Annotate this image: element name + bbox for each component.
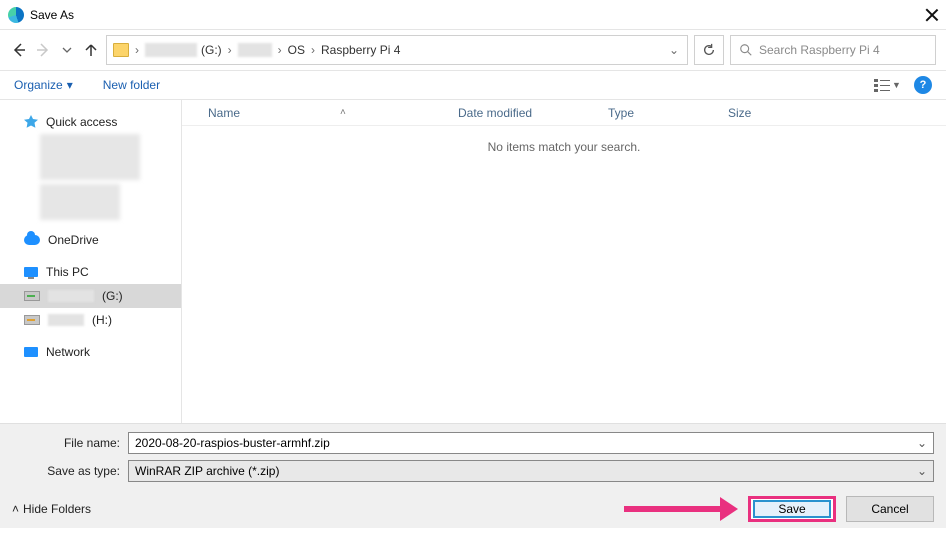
new-folder-button[interactable]: New folder xyxy=(103,78,160,92)
cloud-icon xyxy=(24,235,40,245)
chevron-down-icon: ▼ xyxy=(892,80,901,90)
chevron-up-icon: ˄ xyxy=(12,502,19,516)
address-bar[interactable]: › (G:) › › OS › Raspberry Pi 4 ⌄ xyxy=(106,35,688,65)
filename-label: File name: xyxy=(12,436,128,450)
column-date[interactable]: Date modified xyxy=(452,106,602,120)
chevron-right-icon[interactable]: › xyxy=(133,43,141,57)
sidebar-item-network[interactable]: Network xyxy=(0,340,181,364)
path-redacted xyxy=(145,43,197,57)
drive-icon xyxy=(24,315,40,325)
drive-icon xyxy=(24,291,40,301)
save-button[interactable]: Save xyxy=(748,496,836,522)
chevron-down-icon[interactable]: ⌄ xyxy=(917,436,927,450)
column-size[interactable]: Size xyxy=(722,106,802,120)
path-redacted xyxy=(238,43,272,57)
back-button[interactable] xyxy=(10,41,28,59)
folder-icon xyxy=(113,43,129,57)
monitor-icon xyxy=(24,267,38,277)
sidebar: Quick access OneDrive This PC (G:) xyxy=(0,100,182,423)
search-icon xyxy=(739,43,753,57)
up-button[interactable] xyxy=(82,41,100,59)
annotation-arrow xyxy=(624,506,724,512)
savetype-label: Save as type: xyxy=(12,464,128,478)
organize-button[interactable]: Organize ▾ xyxy=(14,78,73,92)
file-list-area: Name ˄ Date modified Type Size No items … xyxy=(182,100,946,423)
sidebar-item-drive-h[interactable]: (H:) xyxy=(0,308,181,332)
sidebar-item-quick-access[interactable]: Quick access xyxy=(0,110,181,134)
sidebar-item-this-pc[interactable]: This PC xyxy=(0,260,181,284)
nav-row: › (G:) › › OS › Raspberry Pi 4 ⌄ Search … xyxy=(0,30,946,70)
recent-dropdown-button[interactable] xyxy=(58,41,76,59)
help-button[interactable]: ? xyxy=(914,76,932,94)
chevron-right-icon[interactable]: › xyxy=(226,43,234,57)
title-bar: Save As xyxy=(0,0,946,30)
chevron-down-icon: ▾ xyxy=(67,78,73,92)
view-options-button[interactable]: ▼ xyxy=(874,76,904,94)
window-title: Save As xyxy=(30,8,74,22)
chevron-down-icon: ⌄ xyxy=(917,464,927,478)
column-name[interactable]: Name ˄ xyxy=(202,106,452,120)
edge-app-icon xyxy=(8,7,24,23)
close-icon[interactable] xyxy=(926,9,938,21)
savetype-select[interactable]: WinRAR ZIP archive (*.zip) ⌄ xyxy=(128,460,934,482)
sidebar-item-onedrive[interactable]: OneDrive xyxy=(0,228,181,252)
search-input[interactable]: Search Raspberry Pi 4 xyxy=(730,35,936,65)
cancel-button[interactable]: Cancel xyxy=(846,496,934,522)
sidebar-redacted xyxy=(40,134,140,180)
toolbar: Organize ▾ New folder ▼ ? xyxy=(0,70,946,100)
sidebar-item-drive-g[interactable]: (G:) xyxy=(0,284,181,308)
column-headers: Name ˄ Date modified Type Size xyxy=(182,100,946,126)
filename-input[interactable]: 2020-08-20-raspios-buster-armhf.zip ⌄ xyxy=(128,432,934,454)
chevron-down-icon[interactable]: ⌄ xyxy=(667,43,681,57)
star-icon xyxy=(24,115,38,129)
empty-list-message: No items match your search. xyxy=(182,126,946,168)
sidebar-redacted xyxy=(40,184,120,220)
sidebar-redacted xyxy=(48,290,94,302)
path-seg-os[interactable]: OS xyxy=(288,43,305,57)
path-seg-raspberrypi4[interactable]: Raspberry Pi 4 xyxy=(321,43,400,57)
column-type[interactable]: Type xyxy=(602,106,722,120)
chevron-right-icon[interactable]: › xyxy=(276,43,284,57)
refresh-button[interactable] xyxy=(694,35,724,65)
sort-caret-icon: ˄ xyxy=(340,107,346,118)
hide-folders-button[interactable]: ˄ Hide Folders xyxy=(12,502,91,516)
search-placeholder: Search Raspberry Pi 4 xyxy=(759,43,880,57)
sidebar-redacted xyxy=(48,314,84,326)
forward-button xyxy=(34,41,52,59)
network-icon xyxy=(24,347,38,357)
chevron-right-icon[interactable]: › xyxy=(309,43,317,57)
dialog-footer: File name: 2020-08-20-raspios-buster-arm… xyxy=(0,423,946,528)
path-drive[interactable]: (G:) xyxy=(201,43,222,57)
